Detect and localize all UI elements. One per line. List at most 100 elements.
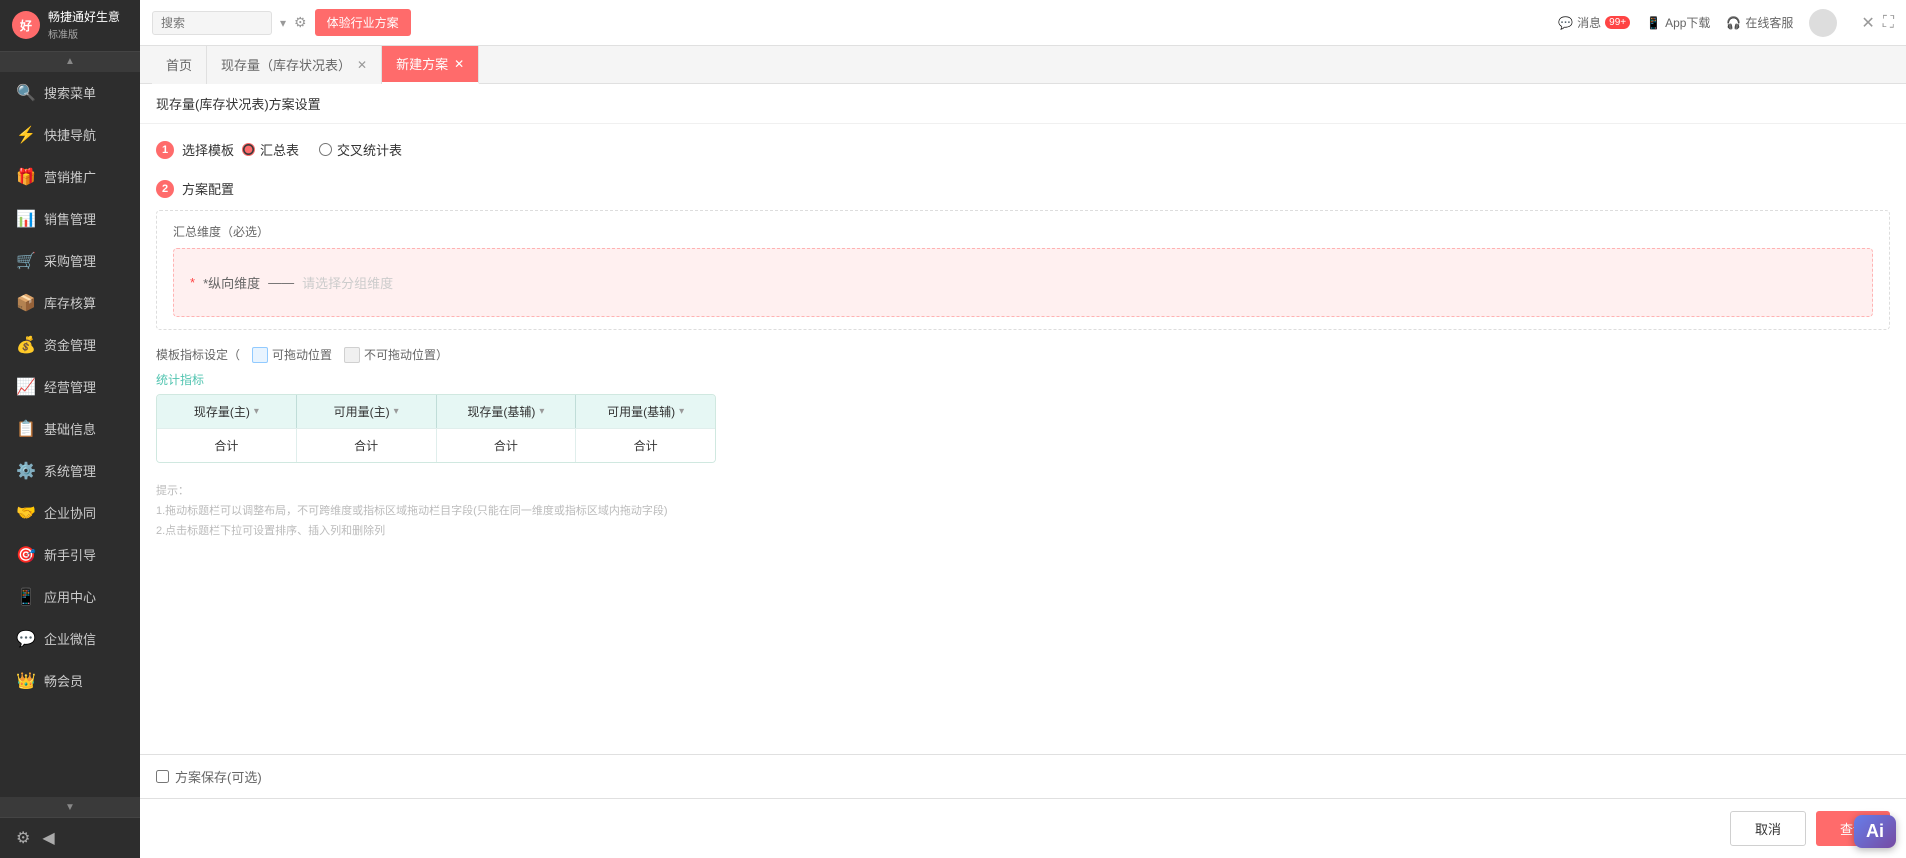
tips-title: 提示： — [156, 482, 1890, 502]
save-checkbox-label[interactable]: 方案保存(可选) — [156, 767, 262, 786]
stats-body-row: 合计 合计 合计 合计 — [157, 428, 715, 462]
sidebar-item-sales[interactable]: 📊 销售管理 — [0, 198, 140, 240]
topbar-gear-btn[interactable]: ⚙ — [294, 14, 307, 31]
stats-cell-0: 合计 — [157, 428, 297, 462]
sidebar-item-appstore[interactable]: 📱 应用中心 — [0, 576, 140, 618]
tab-new-plan-close-btn[interactable]: ✕ — [454, 57, 464, 71]
app-download-btn[interactable]: 📱 App下载 — [1646, 14, 1710, 31]
search-icon: 🔍 — [16, 83, 34, 103]
chevron-down-icon-2: ▾ — [539, 406, 544, 417]
movable-box — [252, 347, 268, 363]
stats-header-row: 现存量(主) ▾ 可用量(主) ▾ 现存量(基辅) ▾ — [157, 395, 715, 428]
sidebar-item-system[interactable]: ⚙️ 系统管理 — [0, 450, 140, 492]
sidebar-scroll-down[interactable]: ▼ — [0, 797, 140, 817]
stats-col-2[interactable]: 现存量(基辅) ▾ — [437, 395, 577, 428]
sidebar-item-search[interactable]: 🔍 搜索菜单 — [0, 72, 140, 114]
sidebar-item-purchase[interactable]: 🛒 采购管理 — [0, 240, 140, 282]
marketing-icon: 🎁 — [16, 167, 34, 187]
save-checkbox-input[interactable] — [156, 770, 169, 783]
stats-cell-1-val: 合计 — [354, 437, 378, 454]
notifications-label: 消息 — [1577, 14, 1601, 31]
settings-footer-btn[interactable]: ⚙ — [16, 828, 30, 848]
tab-home-label: 首页 — [166, 55, 192, 74]
sidebar-item-member-label: 畅会员 — [44, 671, 83, 690]
content-inner: 1 选择模板 汇总表 交叉统计表 — [140, 124, 1906, 754]
sidebar-item-collab[interactable]: 🤝 企业协同 — [0, 492, 140, 534]
radio-summary-label: 汇总表 — [260, 140, 299, 159]
panel-title: 现存量(库存状况表)方案设置 — [156, 97, 321, 112]
radio-summary-input[interactable] — [242, 143, 255, 156]
sidebar-item-wechat-label: 企业微信 — [44, 629, 96, 648]
sidebar-scroll-up[interactable]: ▲ — [0, 52, 140, 72]
topbar-right: 💬 消息 99+ 📱 App下载 🎧 在线客服 ✕ ⛶ — [1558, 9, 1894, 37]
top-bar: ▾ ⚙ 体验行业方案 💬 消息 99+ 📱 App下载 🎧 在线客服 ✕ ⛶ — [140, 0, 1906, 46]
bottom-bar: 方案保存(可选) — [140, 754, 1906, 798]
sales-icon: 📊 — [16, 209, 34, 229]
message-icon: 💬 — [1558, 16, 1573, 30]
cancel-button[interactable]: 取消 — [1730, 811, 1806, 846]
stats-col-2-label: 现存量(基辅) — [467, 403, 535, 420]
section-config: 2 方案配置 汇总维度（必选） * *纵向维度 —— 请选择分组维度 — [156, 179, 1890, 541]
sidebar-item-finance-label: 资金管理 — [44, 335, 96, 354]
sidebar-item-newuser[interactable]: 🎯 新手引导 — [0, 534, 140, 576]
sidebar-item-member[interactable]: 👑 畅会员 — [0, 660, 140, 702]
dimension-pink-area[interactable]: * *纵向维度 —— 请选择分组维度 — [173, 248, 1873, 317]
topbar-trial-btn[interactable]: 体验行业方案 — [315, 9, 411, 36]
stats-cell-1: 合计 — [297, 428, 437, 462]
stats-col-1[interactable]: 可用量(主) ▾ — [297, 395, 437, 428]
sidebar-item-inventory[interactable]: 📦 库存核算 — [0, 282, 140, 324]
sidebar-item-wechat[interactable]: 💬 企业微信 — [0, 618, 140, 660]
user-avatar[interactable] — [1809, 9, 1837, 37]
chevron-down-icon-0: ▾ — [254, 406, 259, 417]
stats-col-3-label: 可用量(基辅) — [607, 403, 675, 420]
template-radio-summary[interactable]: 汇总表 — [242, 140, 299, 159]
unmovable-label: 不可拖动位置） — [364, 346, 448, 363]
collapse-footer-btn[interactable]: ◀ — [42, 828, 54, 848]
sidebar-item-marketing[interactable]: 🎁 营销推广 — [0, 156, 140, 198]
stats-col-0-label: 现存量(主) — [194, 403, 250, 420]
tab-inventory-close-btn[interactable]: ✕ — [357, 58, 367, 72]
tab-home[interactable]: 首页 — [152, 46, 207, 84]
sidebar-item-sales-label: 销售管理 — [44, 209, 96, 228]
sidebar-item-marketing-label: 营销推广 — [44, 167, 96, 186]
ai-badge[interactable]: Ai — [1854, 815, 1896, 848]
section1-label: 选择模板 — [182, 140, 234, 159]
stats-cell-3: 合计 — [576, 428, 715, 462]
sidebar-item-operations[interactable]: 📈 经营管理 — [0, 366, 140, 408]
save-label: 方案保存(可选) — [175, 767, 262, 786]
template-radio-cross[interactable]: 交叉统计表 — [319, 140, 402, 159]
sidebar-item-basic-info[interactable]: 📋 基础信息 — [0, 408, 140, 450]
required-mark: * — [190, 275, 195, 290]
tab-inventory-status[interactable]: 现存量（库存状况表） ✕ — [207, 46, 382, 84]
sidebar-item-appstore-label: 应用中心 — [44, 587, 96, 606]
sidebar-item-quicknav-label: 快捷导航 — [44, 125, 96, 144]
tips-section: 提示： 1.拖动标题栏可以调整布局，不可跨维度或指标区域拖动栏目字段(只能在同一… — [156, 482, 1890, 541]
radio-cross-input[interactable] — [319, 143, 332, 156]
sidebar-item-basic-info-label: 基础信息 — [44, 419, 96, 438]
topbar-search-input[interactable] — [152, 11, 272, 35]
stats-col-3[interactable]: 可用量(基辅) ▾ — [576, 395, 715, 428]
expand-btn[interactable]: ⛶ — [1883, 14, 1894, 32]
service-btn[interactable]: 🎧 在线客服 — [1726, 14, 1793, 31]
app-name: 畅捷通好生意 — [48, 10, 120, 26]
tab-new-plan-label: 新建方案 — [396, 54, 448, 73]
notifications-btn[interactable]: 💬 消息 99+ — [1558, 14, 1630, 31]
sidebar-item-purchase-label: 采购管理 — [44, 251, 96, 270]
sidebar-item-collab-label: 企业协同 — [44, 503, 96, 522]
sidebar-item-quicknav[interactable]: ⚡ 快捷导航 — [0, 114, 140, 156]
content-area: 现存量(库存状况表)方案设置 1 选择模板 汇总表 交叉统计表 — [140, 84, 1906, 858]
section1-title: 1 选择模板 汇总表 交叉统计表 — [156, 140, 1890, 159]
stats-col-0[interactable]: 现存量(主) ▾ — [157, 395, 297, 428]
stats-table: 现存量(主) ▾ 可用量(主) ▾ 现存量(基辅) ▾ — [156, 394, 716, 463]
sidebar-item-inventory-label: 库存核算 — [44, 293, 96, 312]
topbar-dropdown-btn[interactable]: ▾ — [280, 16, 286, 30]
tab-new-plan[interactable]: 新建方案 ✕ — [382, 46, 479, 84]
app-name-block: 畅捷通好生意 标准版 — [48, 10, 120, 41]
close-btn[interactable]: ✕ — [1861, 13, 1874, 33]
unmovable-indicator: 不可拖动位置） — [344, 346, 448, 363]
appstore-icon: 📱 — [16, 587, 34, 607]
sidebar-item-finance[interactable]: 💰 资金管理 — [0, 324, 140, 366]
finance-icon: 💰 — [16, 335, 34, 355]
vertical-dim-placeholder: 请选择分组维度 — [302, 273, 393, 292]
sidebar-footer: ⚙ ◀ — [0, 817, 140, 858]
